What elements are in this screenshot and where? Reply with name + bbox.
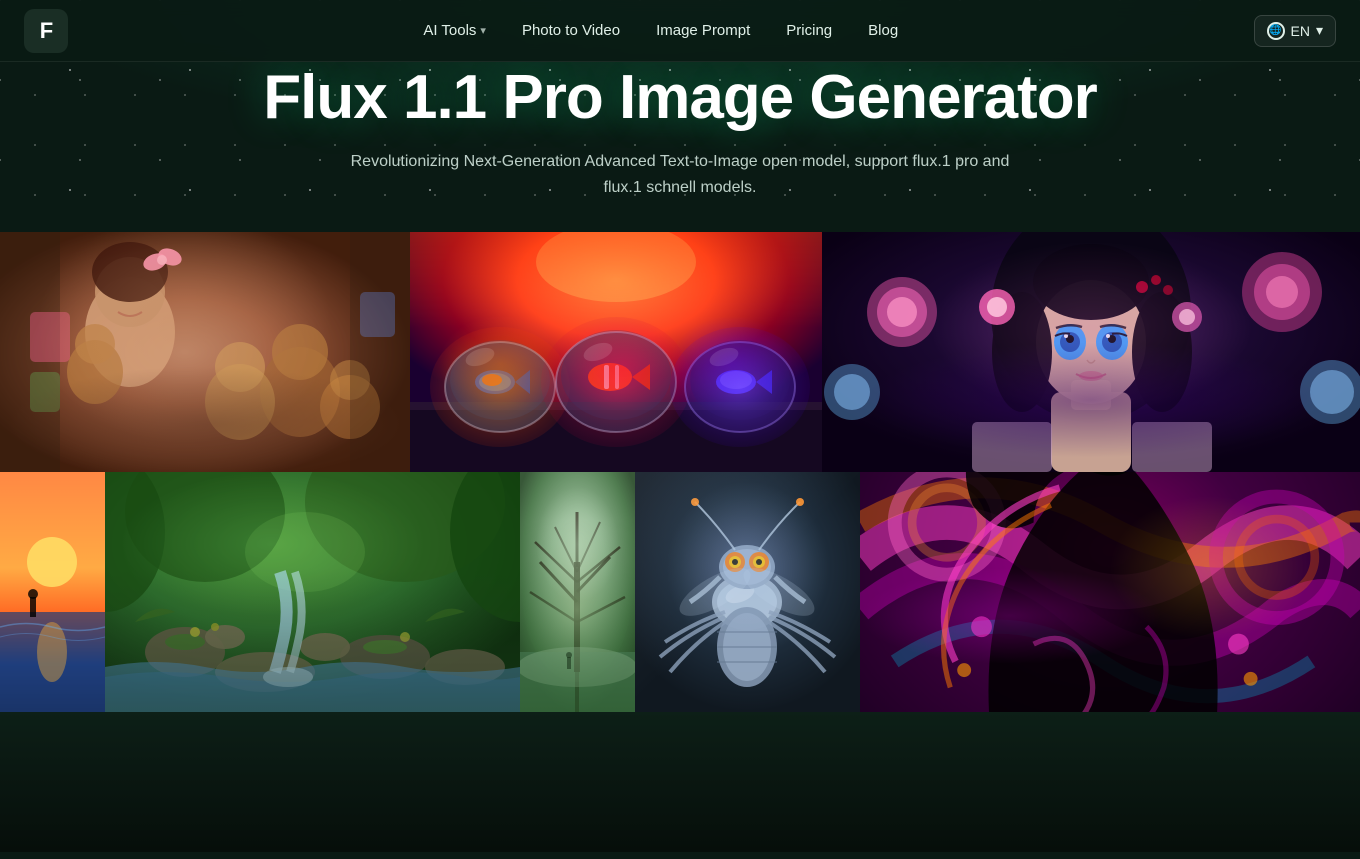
nav-photo-video-label: Photo to Video — [522, 22, 620, 39]
gallery-image-fish[interactable] — [410, 232, 822, 472]
logo-text: F — [40, 18, 52, 44]
nav-photo-video[interactable]: Photo to Video — [508, 14, 634, 47]
bottom-section — [0, 712, 1360, 852]
nav-ai-tools-label: AI Tools — [423, 22, 476, 39]
language-selector[interactable]: 🌐 EN ▾ — [1254, 15, 1336, 47]
nav-right: 🌐 EN ▾ — [1254, 15, 1336, 47]
hero-title: Flux 1.1 Pro Image Generator — [263, 62, 1096, 133]
nav-pricing[interactable]: Pricing — [772, 14, 846, 47]
gallery-image-stream[interactable] — [105, 472, 520, 712]
gallery-row-2 — [0, 472, 1360, 712]
logo[interactable]: F — [24, 9, 68, 53]
gallery-image-beach[interactable] — [0, 472, 105, 712]
gallery-row-1 — [0, 232, 1360, 472]
navbar: F AI Tools ▾ Photo to Video Image Prompt… — [0, 0, 1360, 62]
nav-blog[interactable]: Blog — [854, 14, 912, 47]
gallery-image-girl[interactable] — [0, 232, 410, 472]
gallery-image-tree[interactable] — [520, 472, 635, 712]
nav-ai-tools[interactable]: AI Tools ▾ — [409, 14, 500, 47]
lang-chevron-icon: ▾ — [1316, 22, 1323, 39]
hero-subtitle: Revolutionizing Next-Generation Advanced… — [330, 149, 1030, 200]
image-gallery — [0, 232, 1360, 712]
nav-blog-label: Blog — [868, 22, 898, 39]
nav-pricing-label: Pricing — [786, 22, 832, 39]
nav-center: AI Tools ▾ Photo to Video Image Prompt P… — [409, 14, 912, 47]
nav-image-prompt[interactable]: Image Prompt — [642, 14, 764, 47]
chevron-down-icon: ▾ — [480, 24, 486, 37]
gallery-image-robot[interactable] — [635, 472, 860, 712]
nav-image-prompt-label: Image Prompt — [656, 22, 750, 39]
gallery-image-colorful[interactable] — [860, 472, 1360, 712]
gallery-image-anime[interactable] — [822, 232, 1360, 472]
globe-icon: 🌐 — [1267, 22, 1285, 40]
lang-label: EN — [1291, 23, 1310, 39]
